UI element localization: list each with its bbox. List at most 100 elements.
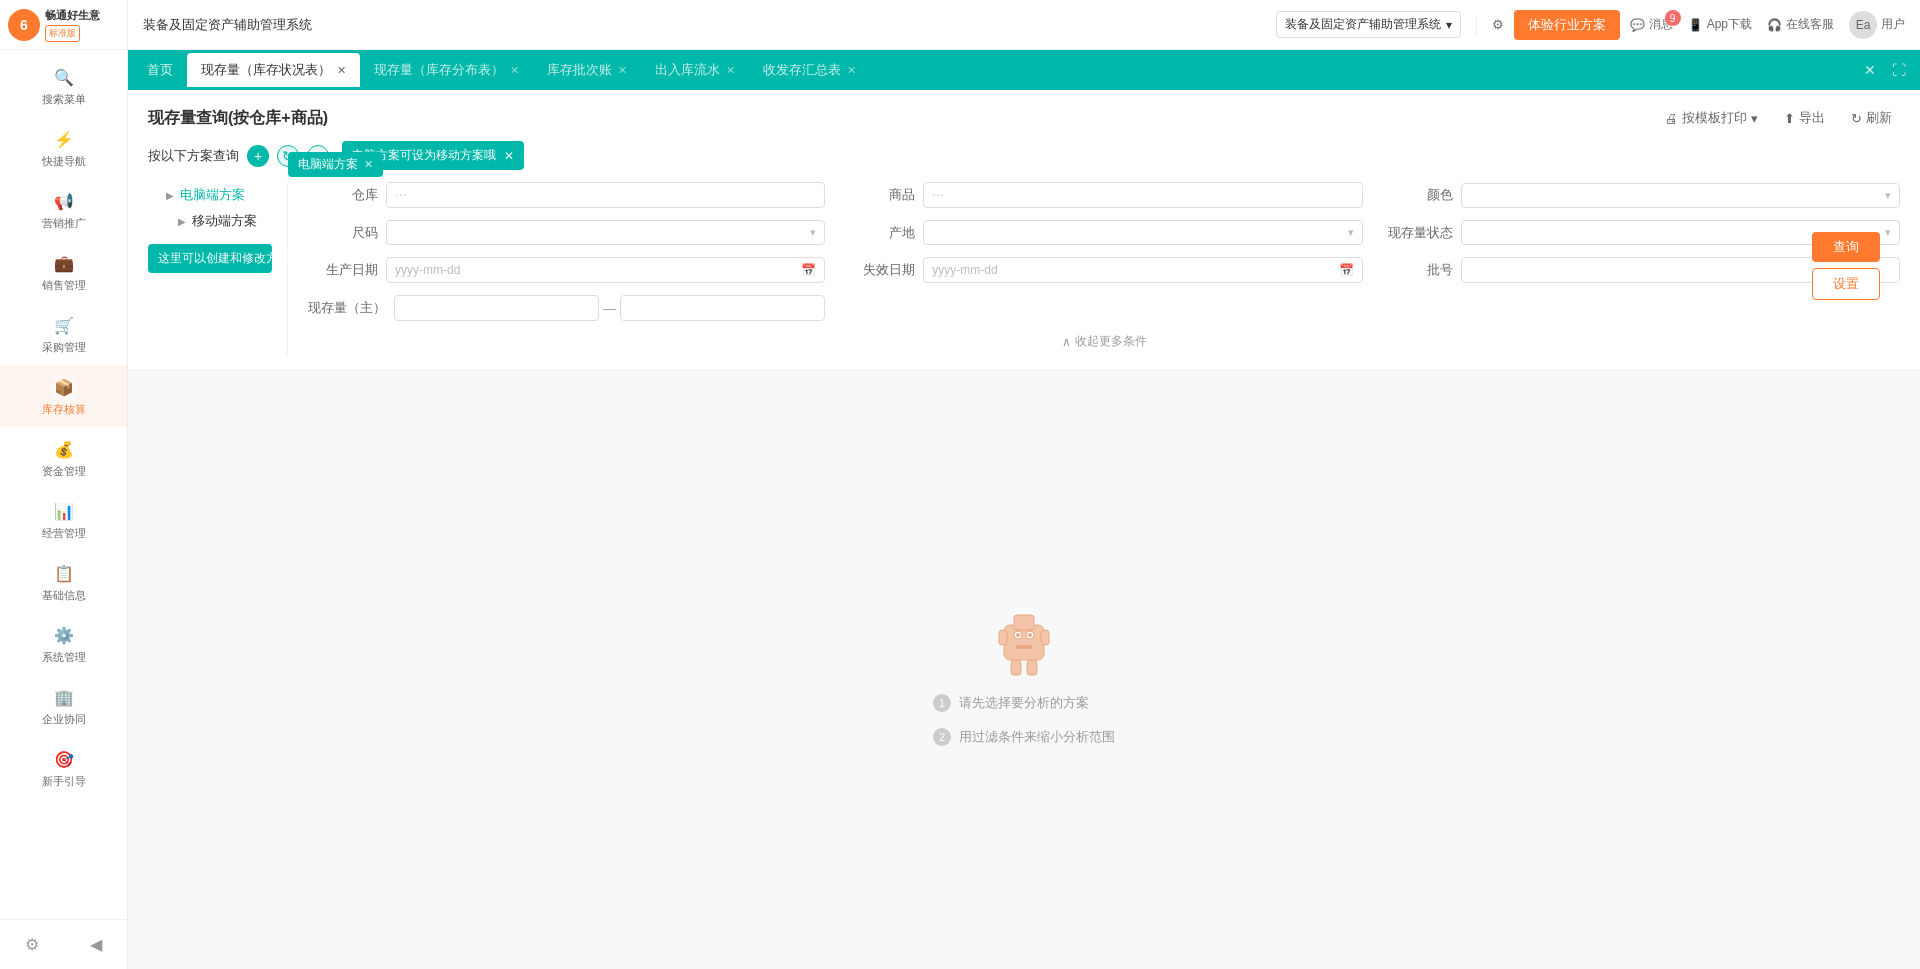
- settings-icon[interactable]: ⚙: [20, 930, 44, 959]
- sidebar-item-quick[interactable]: ⚡ 快捷导航: [0, 117, 127, 179]
- page-title-row: 现存量查询(按仓库+商品) 🖨 按模板打印 ▾ ⬆ 导出 ↻ 刷新: [148, 105, 1900, 141]
- tab-close-icon[interactable]: ✕: [618, 64, 627, 77]
- tab-summary[interactable]: 收发存汇总表 ✕: [749, 53, 870, 87]
- empty-text: 1 请先选择要分析的方案 2 用过滤条件来缩小分析范围: [933, 690, 1115, 750]
- main-area: 装备及固定资产辅助管理系统 装备及固定资产辅助管理系统 ▾ ⚙ 体验行业方案 💬…: [128, 0, 1920, 969]
- finance-icon: 💰: [52, 437, 76, 461]
- tree-item-desktop[interactable]: ▶ 电脑端方案: [158, 182, 272, 208]
- sidebar-item-sales[interactable]: 💼 销售管理: [0, 241, 127, 303]
- sidebar-item-purchase[interactable]: 🛒 采购管理: [0, 303, 127, 365]
- tab-batch[interactable]: 库存批次账 ✕: [533, 53, 641, 87]
- print-btn[interactable]: 🖨 按模板打印 ▾: [1657, 105, 1766, 131]
- collapse-btn[interactable]: ∧ 收起更多条件: [1062, 333, 1147, 350]
- topbar-settings-icon[interactable]: ⚙: [1492, 17, 1504, 32]
- sidebar-item-marketing[interactable]: 📢 营销推广: [0, 179, 127, 241]
- notifications-item[interactable]: 💬 9 消息: [1630, 16, 1673, 33]
- tab-close-icon[interactable]: ✕: [337, 64, 346, 77]
- refresh-btn[interactable]: ↻ 刷新: [1843, 105, 1900, 131]
- sidebar-item-inventory[interactable]: 📦 库存核算: [0, 365, 127, 427]
- filter-tree: ▶ 电脑端方案 ▶ 移动端方案: [148, 182, 272, 234]
- operations-icon: 📊: [52, 499, 76, 523]
- collapse-sidebar-icon[interactable]: ◀: [85, 930, 107, 959]
- goods-label: 商品: [845, 186, 915, 204]
- system-title: 装备及固定资产辅助管理系统: [143, 16, 1266, 34]
- scheme-tooltip-close-icon[interactable]: ✕: [504, 149, 514, 163]
- sidebar-item-guide[interactable]: 🎯 新手引导: [0, 737, 127, 799]
- tab-inventory-dist[interactable]: 现存量（库存分布表） ✕: [360, 53, 533, 87]
- close-all-tabs-btn[interactable]: ✕: [1860, 58, 1880, 82]
- avatar: Ea: [1849, 11, 1877, 39]
- production-date-input[interactable]: yyyy-mm-dd 📅: [386, 257, 825, 283]
- step-num-1: 1: [933, 694, 951, 712]
- chevron-down-icon: ▾: [1446, 18, 1452, 32]
- color-select[interactable]: ▾: [1461, 183, 1900, 208]
- sidebar-item-label: 资金管理: [42, 464, 86, 479]
- filter-row-expiry-date: 失效日期 yyyy-mm-dd 📅: [845, 257, 1362, 283]
- svg-rect-6: [1016, 645, 1032, 649]
- export-btn[interactable]: ⬆ 导出: [1776, 105, 1833, 131]
- tab-close-icon[interactable]: ✕: [726, 64, 735, 77]
- empty-illustration: [974, 590, 1074, 690]
- size-select[interactable]: ▾: [386, 220, 825, 245]
- sidebar-item-label: 新手引导: [42, 774, 86, 789]
- chevron-down-icon: ▾: [810, 226, 816, 239]
- sidebar-nav: 🔍 搜索菜单 ⚡ 快捷导航 📢 营销推广 💼 销售管理 🛒 采购管理 📦 库存核…: [0, 50, 127, 919]
- filter-row-color: 颜色 ▾: [1383, 182, 1900, 208]
- empty-step-1: 1 请先选择要分析的方案: [933, 690, 1115, 716]
- headset-icon: 🎧: [1767, 18, 1782, 32]
- tab-close-icon[interactable]: ✕: [847, 64, 856, 77]
- range-separator: —: [603, 301, 616, 316]
- filter-row-origin: 产地 ▾: [845, 220, 1362, 245]
- tab-close-icon[interactable]: ✕: [510, 64, 519, 77]
- tree-item-mobile[interactable]: ▶ 移动端方案: [158, 208, 272, 234]
- enterprise-icon: 🏢: [52, 685, 76, 709]
- solution-btn[interactable]: 体验行业方案: [1514, 10, 1620, 40]
- logo-name: 畅通好生意: [45, 8, 100, 23]
- filter-row-size: 尺码 ▾: [308, 220, 825, 245]
- online-support-item[interactable]: 🎧 在线客服: [1767, 16, 1834, 33]
- expand-btn[interactable]: ⛶: [1888, 58, 1910, 82]
- filter-row-goods: 商品 ⋯: [845, 182, 1362, 208]
- tab-inventory-status[interactable]: 现存量（库存状况表） ✕: [187, 53, 360, 87]
- page-actions: 🖨 按模板打印 ▾ ⬆ 导出 ↻ 刷新: [1657, 105, 1900, 131]
- right-action-btns: 查询 设置: [1812, 232, 1880, 300]
- sidebar-item-finance[interactable]: 💰 资金管理: [0, 427, 127, 489]
- sidebar-item-label: 快捷导航: [42, 154, 86, 169]
- filter-row-production-date: 生产日期 yyyy-mm-dd 📅: [308, 257, 825, 283]
- app-download-label: App下载: [1707, 16, 1752, 33]
- size-label: 尺码: [308, 224, 378, 242]
- inventory-icon: 📦: [52, 375, 76, 399]
- expiry-date-label: 失效日期: [845, 261, 915, 279]
- system-icon: ⚙️: [52, 623, 76, 647]
- tab-home[interactable]: 首页: [133, 53, 187, 87]
- search-btn[interactable]: 查询: [1812, 232, 1880, 262]
- sidebar-item-enterprise[interactable]: 🏢 企业协同: [0, 675, 127, 737]
- sidebar-item-basic[interactable]: 📋 基础信息: [0, 551, 127, 613]
- sidebar-item-search[interactable]: 🔍 搜索菜单: [0, 55, 127, 117]
- goods-select[interactable]: ⋯: [923, 182, 1362, 208]
- system-selector-text: 装备及固定资产辅助管理系统: [1285, 16, 1441, 33]
- message-icon: 💬: [1630, 18, 1645, 32]
- sidebar-item-operations[interactable]: 📊 经营管理: [0, 489, 127, 551]
- quantity-main-to[interactable]: [620, 295, 825, 321]
- quick-icon: ⚡: [52, 127, 76, 151]
- sidebar-item-label: 系统管理: [42, 650, 86, 665]
- setting-btn[interactable]: 设置: [1812, 268, 1880, 300]
- quantity-main-label: 现存量（主）: [308, 299, 386, 317]
- sidebar-item-label: 搜索菜单: [42, 92, 86, 107]
- filter-label: 按以下方案查询: [148, 147, 239, 165]
- add-scheme-btn[interactable]: +: [247, 145, 269, 167]
- expiry-date-input[interactable]: yyyy-mm-dd 📅: [923, 257, 1362, 283]
- user-item[interactable]: Ea 用户: [1849, 11, 1905, 39]
- system-selector[interactable]: 装备及固定资产辅助管理系统 ▾: [1276, 11, 1461, 38]
- app-download-item[interactable]: 📱 App下载: [1688, 16, 1752, 33]
- warehouse-select[interactable]: ⋯: [386, 182, 825, 208]
- quantity-main-from[interactable]: [394, 295, 599, 321]
- sidebar-item-system[interactable]: ⚙️ 系统管理: [0, 613, 127, 675]
- step-num-2: 2: [933, 728, 951, 746]
- origin-select[interactable]: ▾: [923, 220, 1362, 245]
- tab-inout[interactable]: 出入库流水 ✕: [641, 53, 749, 87]
- sidebar-logo: 6 畅通好生意 标准版: [0, 0, 127, 50]
- guide-icon: 🎯: [52, 747, 76, 771]
- scheme-tag-close-icon[interactable]: ✕: [364, 158, 373, 171]
